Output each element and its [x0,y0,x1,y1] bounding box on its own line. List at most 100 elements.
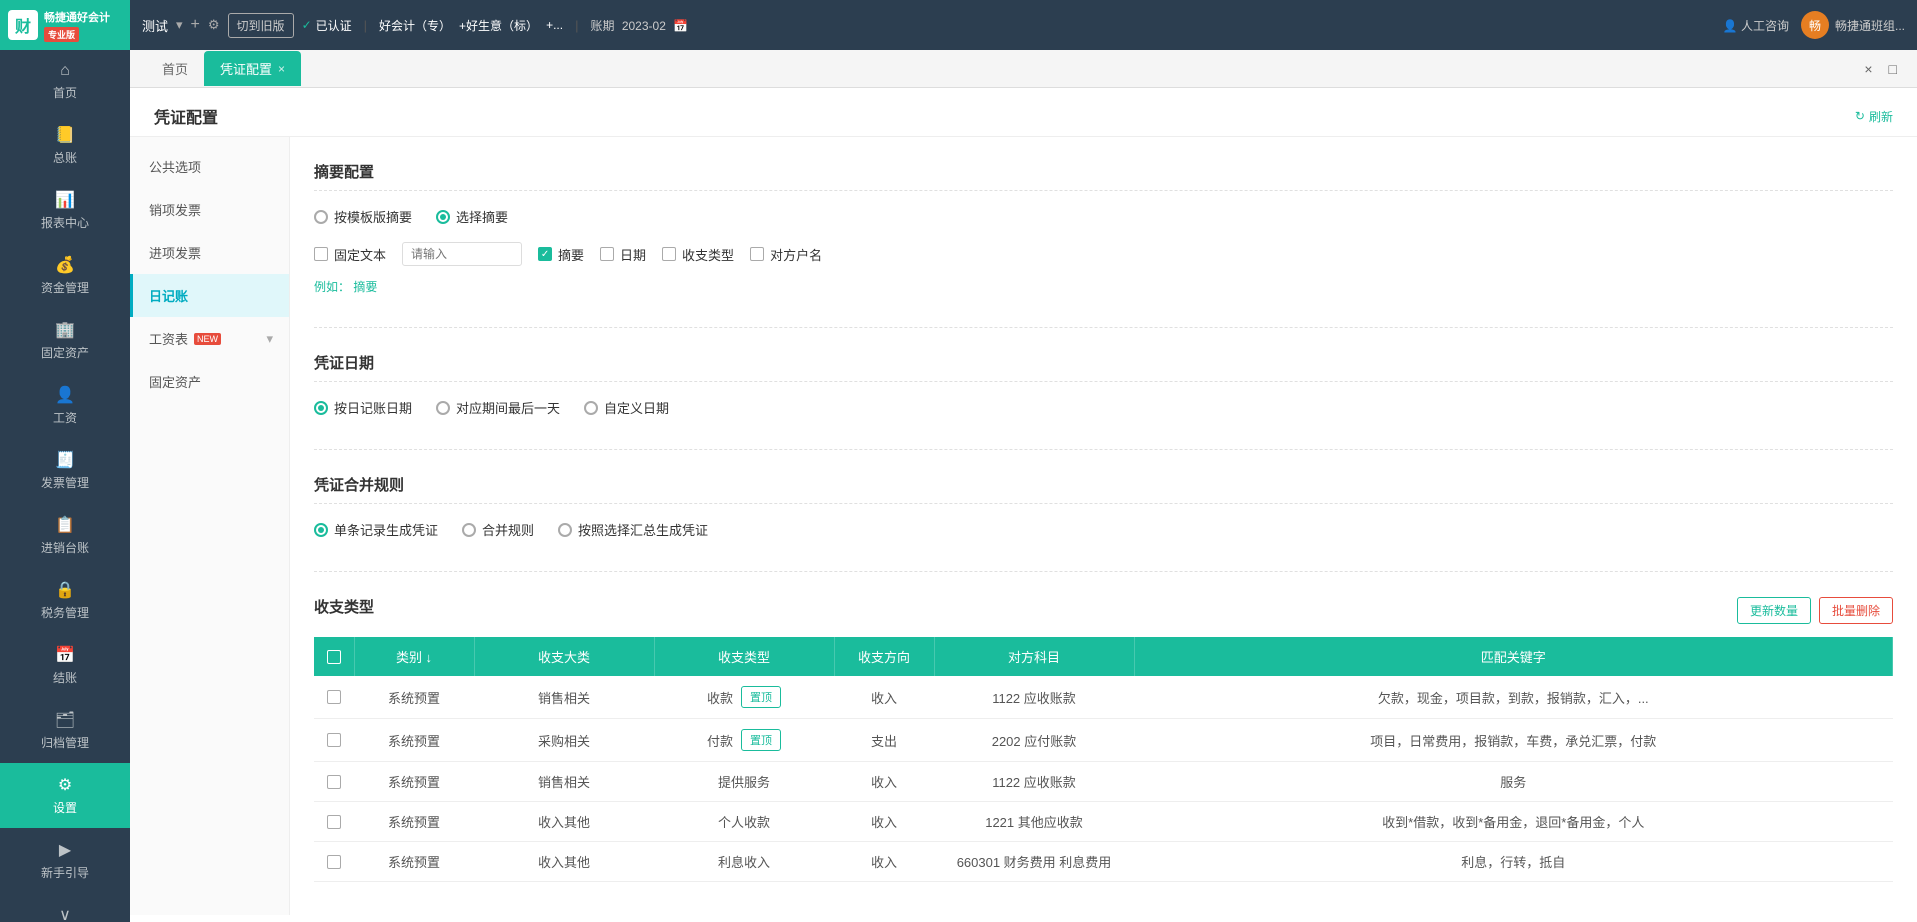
logo-icon: 财 [8,10,38,40]
nav-item-payroll[interactable]: 工资表 NEW ▾ [130,317,289,360]
window-close-icon[interactable]: × [1860,57,1876,81]
radio-circle-single [314,523,328,537]
product-tag1: 好会计（专） [379,17,451,34]
table-header-row: 类别 ↓ 收支大类 收支类型 收支方向 [314,637,1893,676]
refresh-button[interactable]: ↻ 刷新 [1855,108,1893,125]
sidebar-item-purchase-sales[interactable]: 📋 进销台账 [0,503,130,568]
td-keywords-5: 利息，行转，抵自 [1134,842,1893,882]
row-checkbox-2[interactable] [327,733,341,747]
radio-select[interactable]: 选择摘要 [436,207,508,226]
row-checkbox-3[interactable] [327,775,341,789]
sidebar-item-label: 设置 [53,799,77,816]
checkbox-date[interactable]: 日期 [600,245,646,264]
page-title: 凭证配置 [154,104,218,128]
product-tag3: +... [546,18,563,32]
period-label: 账期 2023-02 📅 [590,17,688,34]
nav-item-purchase-invoice[interactable]: 进项发票 [130,231,289,274]
sidebar-item-member[interactable]: ∨ 畅会员 [0,893,130,922]
radio-merge[interactable]: 合并规则 [462,520,534,539]
td-category-3: 系统预置 [354,762,474,802]
checkbox-box-fixed-text [314,247,328,261]
td-checkbox-1 [314,676,354,719]
invoice-icon: 🧾 [55,450,75,470]
tabbar-actions: × □ [1860,57,1901,81]
sidebar-item-capital[interactable]: 💰 资金管理 [0,243,130,308]
sidebar-item-label: 资金管理 [41,279,89,296]
dropdown-icon[interactable]: ▾ [176,17,183,33]
divider-3 [314,571,1893,572]
payment-section: 收支类型 更新数量 批量删除 [314,596,1893,882]
sidebar-item-closing[interactable]: 📅 结账 [0,633,130,698]
user-menu[interactable]: 畅 畅捷通班组... [1801,11,1905,39]
table-body: 系统预置 销售相关 收款 置顶 收入 112 [314,676,1893,882]
nav-item-sales-invoice[interactable]: 销项发票 [130,188,289,231]
row-checkbox-1[interactable] [327,690,341,704]
settings-icon: ⚙ [58,775,72,795]
sidebar-item-reports[interactable]: 📊 报表中心 [0,178,130,243]
td-account-5: 660301 财务费用 利息费用 [934,842,1134,882]
sidebar-item-guide[interactable]: ▶ 新手引导 [0,828,130,893]
window-maximize-icon[interactable]: □ [1885,57,1901,81]
fixed-text-input[interactable] [402,242,522,266]
tab-voucher-config[interactable]: 凭证配置 × [204,51,301,86]
merge-section: 凭证合并规则 单条记录生成凭证 合并规则 [314,474,1893,539]
sidebar-item-home[interactable]: ⌂ 首页 [0,50,130,113]
td-category-1: 系统预置 [354,676,474,719]
reset-btn-1[interactable]: 置顶 [741,686,781,708]
tab-home[interactable]: 首页 [146,51,204,86]
radio-circle-merge [462,523,476,537]
add-icon[interactable]: + [191,16,200,34]
radio-summary-gen[interactable]: 按照选择汇总生成凭证 [558,520,708,539]
radio-custom-date[interactable]: 自定义日期 [584,398,669,417]
sidebar-item-tax[interactable]: 🔒 税务管理 [0,568,130,633]
new-badge: NEW [194,333,221,345]
capital-icon: 💰 [55,255,75,275]
sidebar-item-assets[interactable]: 🏢 固定资产 [0,308,130,373]
row-checkbox-5[interactable] [327,855,341,869]
topbar-gear-icon[interactable]: ⚙ [208,17,220,33]
sidebar-item-invoice[interactable]: 🧾 发票管理 [0,438,130,503]
th-checkbox [314,637,354,676]
sidebar-item-archive[interactable]: 🗂 归档管理 [0,698,130,763]
radio-template[interactable]: 按模板版摘要 [314,207,412,226]
checkbox-box-type [662,247,676,261]
payment-section-title: 收支类型 [314,596,374,625]
delete-button[interactable]: 批量删除 [1819,597,1893,624]
header-checkbox[interactable] [327,650,341,664]
sidebar-item-payroll[interactable]: 👤 工资 [0,373,130,438]
main-area: 测试 ▾ + ⚙ 切到旧版 ✓ 已认证 | 好会计（专） +好生意（标） +..… [130,0,1917,922]
nav-item-public[interactable]: 公共选项 [130,145,289,188]
checkbox-counterpart[interactable]: 对方户名 [750,245,822,264]
checkbox-fixed-text[interactable]: 固定文本 [314,245,386,264]
check-icon: ✓ [302,18,312,32]
radio-period-last[interactable]: 对应期间最后一天 [436,398,560,417]
service-button[interactable]: 👤 人工咨询 [1723,17,1789,34]
row-checkbox-4[interactable] [327,815,341,829]
app-logo: 财 畅捷通好会计 专业版 [0,0,130,50]
tab-close-icon[interactable]: × [278,62,285,76]
nav-item-journal[interactable]: 日记账 [130,274,289,317]
date-section-title: 凭证日期 [314,352,1893,382]
sidebar-item-label: 总账 [53,149,77,166]
sidebar-item-settings[interactable]: ⚙ 设置 [0,763,130,828]
sidebar-item-ledger[interactable]: 📒 总账 [0,113,130,178]
content-layout: 公共选项 销项发票 进项发票 日记账 工资表 NEW ▾ [130,137,1917,915]
radio-single[interactable]: 单条记录生成凭证 [314,520,438,539]
nav-arrow-icon: ▾ [266,331,273,347]
td-keywords-1: 欠款，现金，项目款，到款，报销款，汇入，... [1134,676,1893,719]
td-direction-1: 收入 [834,676,934,719]
td-payment-type-1: 收款 置顶 [654,676,834,719]
radio-journal-date[interactable]: 按日记账日期 [314,398,412,417]
radio-circle-period-last [436,401,450,415]
checkbox-type[interactable]: 收支类型 [662,245,734,264]
update-button[interactable]: 更新数量 [1737,597,1811,624]
checkbox-summary[interactable]: ✓ 摘要 [538,245,584,264]
reset-btn-2[interactable]: 置顶 [741,729,781,751]
refresh-icon: ↻ [1855,109,1865,123]
th-account: 对方科目 [934,637,1134,676]
avatar: 畅 [1801,11,1829,39]
topbar-title: 测试 [142,16,168,35]
nav-item-fixed-assets[interactable]: 固定资产 [130,360,289,403]
merge-radio-group: 单条记录生成凭证 合并规则 按照选择汇总生成凭证 [314,520,1893,539]
switch-version-button[interactable]: 切到旧版 [228,13,294,38]
